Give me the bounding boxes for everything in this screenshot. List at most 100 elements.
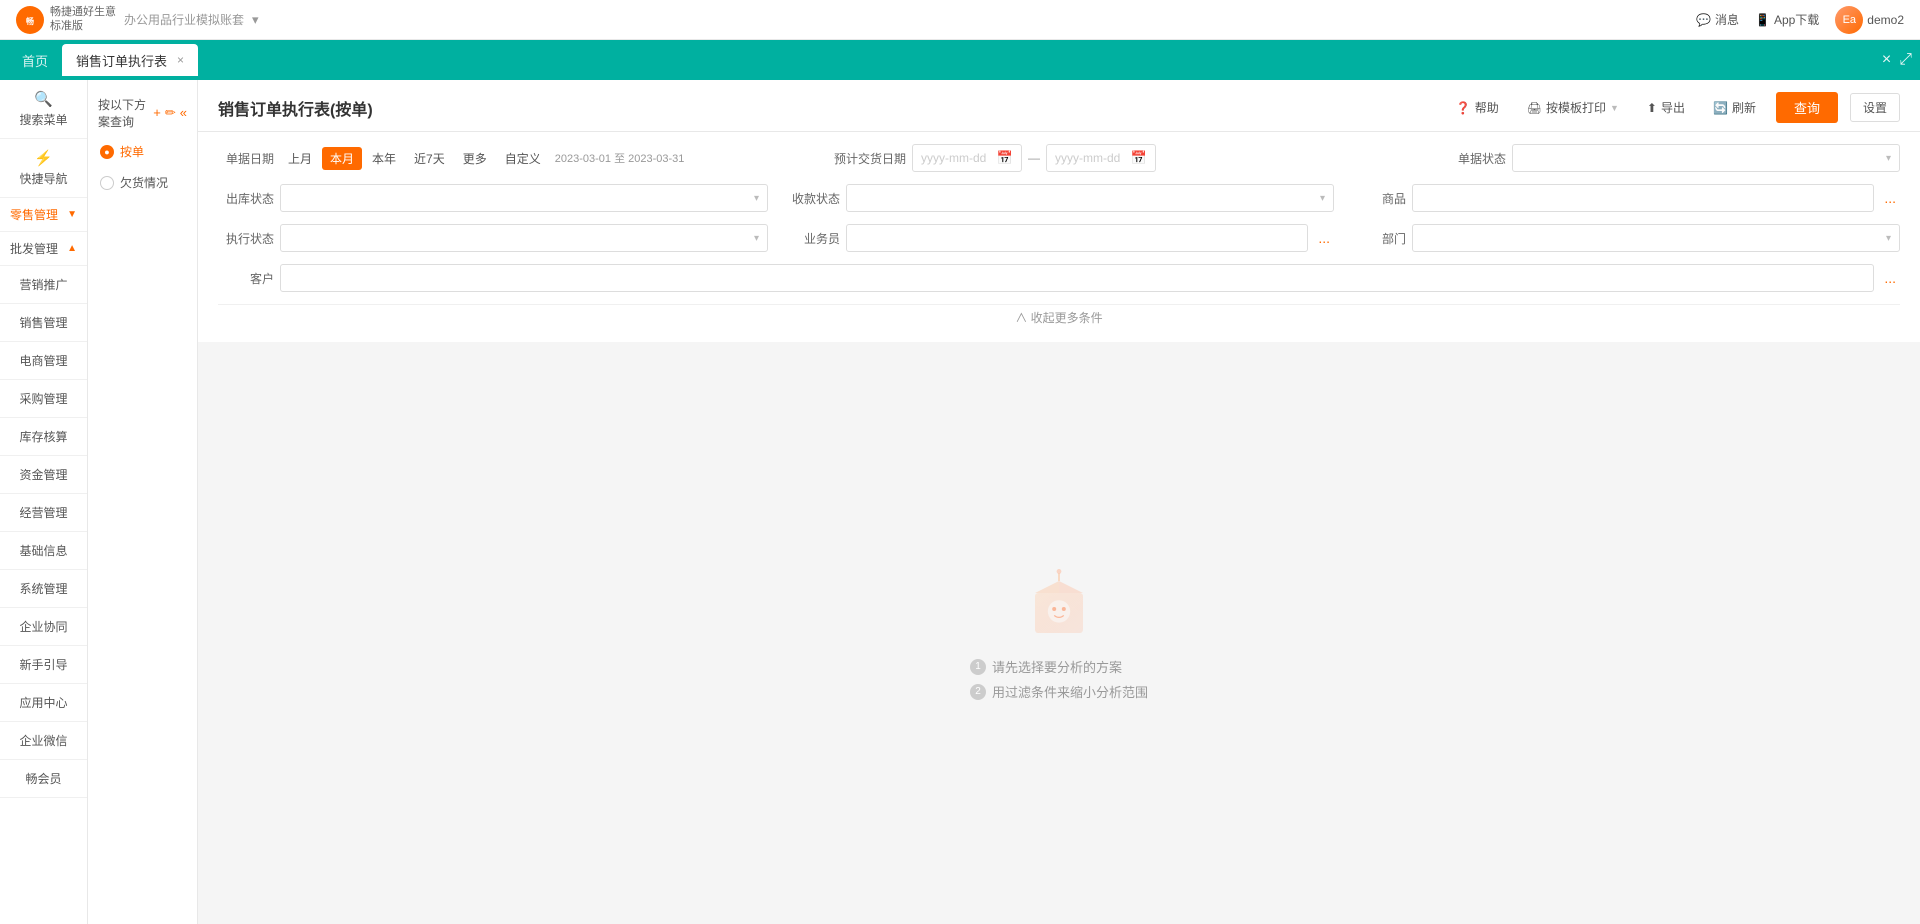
warehouse-select[interactable]: ▾ <box>280 184 768 212</box>
salesman-more-icon[interactable]: ... <box>1314 230 1334 246</box>
scheme-item-欠货情况[interactable]: 欠货情况 <box>88 167 197 198</box>
sidebar-item-appcenter[interactable]: 应用中心 <box>0 684 87 722</box>
print-icon: 🖨 <box>1527 101 1542 115</box>
collapse-bar[interactable]: ∧ 收起更多条件 <box>218 304 1900 330</box>
sidebar-item-basic-info[interactable]: 基础信息 <box>0 532 87 570</box>
goods-more-icon[interactable]: ... <box>1880 190 1900 206</box>
status-dropdown-icon: ▾ <box>1886 153 1891 164</box>
user-profile[interactable]: Ea demo2 <box>1835 6 1904 34</box>
goods-label: 商品 <box>1350 190 1406 207</box>
customer-label: 客户 <box>218 270 274 287</box>
template-print-button[interactable]: 🖨 按模板打印 ▼ <box>1519 95 1627 120</box>
tab-sales-order[interactable]: 销售订单执行表 × <box>62 44 198 76</box>
collapse-panel-icon[interactable]: « <box>180 105 187 121</box>
settings-button[interactable]: 设置 <box>1850 93 1900 122</box>
page-actions: ❓ 帮助 🖨 按模板打印 ▼ ⬆ 导出 🔄 <box>1448 92 1900 123</box>
customer-more-icon[interactable]: ... <box>1880 270 1900 286</box>
customer-input[interactable] <box>280 264 1874 292</box>
left-panel: 按以下方案查询 + ✏ « ● 按单 欠货情况 <box>88 80 198 924</box>
empty-state: 1 请先选择要分析的方案 2 用过滤条件来缩小分析范围 <box>970 565 1148 701</box>
expected-date-start[interactable]: yyyy-mm-dd 📅 <box>912 144 1022 172</box>
logo-text: 畅捷通好生意 标准版 <box>50 6 116 32</box>
status-label: 单据状态 <box>1450 150 1506 167</box>
sidebar-item-marketing[interactable]: 营销推广 <box>0 266 87 304</box>
sidebar-item-finance[interactable]: 资金管理 <box>0 456 87 494</box>
logo-area: 畅 畅捷通好生意 标准版 <box>16 6 116 34</box>
filter-area: 单据日期 上月 本月 本年 近7天 更多 自定义 2023-03-01 至 20… <box>198 132 1920 342</box>
tab-home[interactable]: 首页 <box>8 44 62 76</box>
page-title: 销售订单执行表(按单) <box>218 96 373 120</box>
goods-input[interactable] <box>1412 184 1874 212</box>
date-range-display: 2023-03-01 至 2023-03-31 <box>555 150 685 166</box>
status-select[interactable]: ▾ <box>1512 144 1900 172</box>
help-button[interactable]: ❓ 帮助 <box>1448 95 1507 120</box>
export-button[interactable]: ⬆ 导出 <box>1639 95 1693 120</box>
lightning-icon: ⚡ <box>34 149 53 167</box>
refresh-button[interactable]: 🔄 刷新 <box>1705 95 1764 120</box>
date-btn-this-year[interactable]: 本年 <box>364 147 404 170</box>
sidebar-item-wechat[interactable]: 企业微信 <box>0 722 87 760</box>
message-button[interactable]: 💬 消息 <box>1696 11 1739 28</box>
header-left: 畅 畅捷通好生意 标准版 办公用品行业模拟账套 ▾ <box>16 6 259 34</box>
scheme-panel-header: 按以下方案查询 + ✏ « <box>88 90 197 136</box>
empty-tip-1: 1 请先选择要分析的方案 <box>970 657 1148 676</box>
empty-illustration <box>1019 565 1099 645</box>
salesman-input[interactable] <box>846 224 1308 252</box>
app-download-button[interactable]: 📱 App下载 <box>1755 11 1819 28</box>
edit-scheme-icon[interactable]: ✏ <box>165 105 176 121</box>
breadcrumb-arrow-icon[interactable]: ▾ <box>252 12 259 28</box>
right-panel: 销售订单执行表(按单) ❓ 帮助 🖨 按模板打印 ▼ ⬆ <box>198 80 1920 924</box>
chevron-down-icon: ▼ <box>67 209 77 220</box>
tab-close-icon[interactable]: × <box>177 53 184 67</box>
date-btn-custom[interactable]: 自定义 <box>497 147 549 170</box>
window-close-icon[interactable]: × <box>1882 51 1891 69</box>
tab-bar-controls: × ⤢ <box>1882 51 1912 69</box>
filter-row-3: 执行状态 ▾ 业务员 ... 部门 <box>218 224 1900 252</box>
window-maximize-icon[interactable]: ⤢ <box>1899 51 1912 69</box>
date-btn-this-month[interactable]: 本月 <box>322 147 362 170</box>
sidebar-item-ecommerce[interactable]: 电商管理 <box>0 342 87 380</box>
scheme-panel-label: 按以下方案查询 <box>98 96 153 130</box>
sidebar-item-inventory[interactable]: 库存核算 <box>0 418 87 456</box>
query-button[interactable]: 查询 <box>1776 92 1838 123</box>
empty-tip-2: 2 用过滤条件来缩小分析范围 <box>970 682 1148 701</box>
sidebar-item-quick-nav[interactable]: ⚡ 快捷导航 <box>0 139 87 198</box>
refresh-icon: 🔄 <box>1713 101 1728 115</box>
search-icon: 🔍 <box>34 90 53 108</box>
sidebar-item-wholesale[interactable]: 批发管理 ▲ <box>0 232 87 266</box>
warehouse-label: 出库状态 <box>218 190 274 207</box>
dept-select[interactable]: ▾ <box>1412 224 1900 252</box>
exec-select[interactable]: ▾ <box>280 224 768 252</box>
sidebar-item-sales[interactable]: 销售管理 <box>0 304 87 342</box>
tab-bar: 首页 销售订单执行表 × × ⤢ <box>0 40 1920 80</box>
date-btn-7days[interactable]: 近7天 <box>406 147 453 170</box>
filter-row-4: 客户 ... <box>218 264 1900 292</box>
date-btn-last-month[interactable]: 上月 <box>280 147 320 170</box>
collection-select[interactable]: ▾ <box>846 184 1334 212</box>
calendar-start-icon: 📅 <box>997 150 1013 166</box>
add-scheme-icon[interactable]: + <box>153 105 161 121</box>
download-icon: 📱 <box>1755 13 1770 27</box>
collection-label: 收款状态 <box>784 190 840 207</box>
header-right: 💬 消息 📱 App下载 Ea demo2 <box>1696 6 1904 34</box>
sidebar-item-purchase[interactable]: 采购管理 <box>0 380 87 418</box>
dept-dropdown-icon: ▾ <box>1886 233 1891 244</box>
sidebar-item-member[interactable]: 畅会员 <box>0 760 87 798</box>
expected-date-end[interactable]: yyyy-mm-dd 📅 <box>1046 144 1156 172</box>
scheme-item-按单[interactable]: ● 按单 <box>88 136 197 167</box>
collapse-icon: ∧ <box>1015 311 1027 325</box>
chevron-up-icon: ▲ <box>67 243 77 254</box>
sidebar-item-system[interactable]: 系统管理 <box>0 570 87 608</box>
filter-row-1: 单据日期 上月 本月 本年 近7天 更多 自定义 2023-03-01 至 20… <box>218 144 1900 172</box>
help-icon: ❓ <box>1456 101 1471 115</box>
sidebar-item-enterprise[interactable]: 企业协同 <box>0 608 87 646</box>
avatar: Ea <box>1835 6 1863 34</box>
sidebar-item-newuser[interactable]: 新手引导 <box>0 646 87 684</box>
sidebar-item-operations[interactable]: 经营管理 <box>0 494 87 532</box>
sidebar-item-search-menu[interactable]: 🔍 搜索菜单 <box>0 80 87 139</box>
scheme-dot-secondary <box>100 176 114 190</box>
date-label: 单据日期 <box>218 150 274 167</box>
sidebar-item-retail[interactable]: 零售管理 ▼ <box>0 198 87 232</box>
logo-icon: 畅 <box>16 6 44 34</box>
date-btn-more[interactable]: 更多 <box>455 147 495 170</box>
